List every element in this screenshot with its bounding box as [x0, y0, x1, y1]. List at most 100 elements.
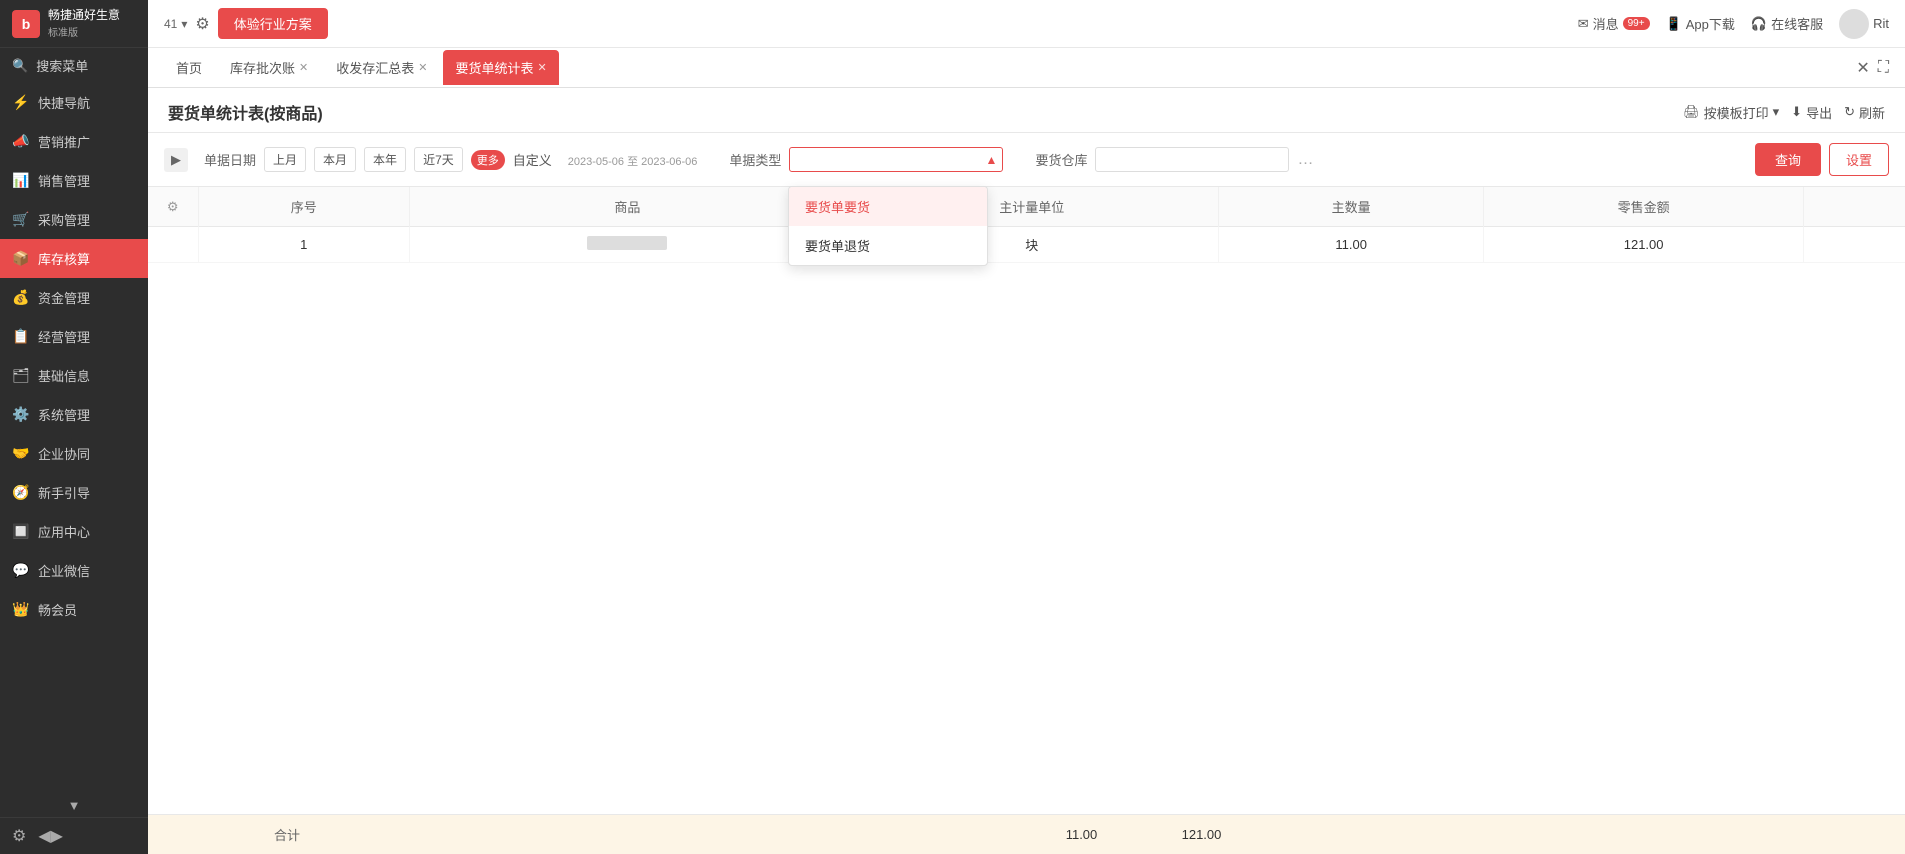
sidebar-label-quick-nav: 快捷导航	[38, 93, 90, 112]
footer-amount-value: 121.00	[1182, 827, 1222, 842]
tab-order-stats[interactable]: 要货单统计表 ✕	[443, 50, 558, 85]
try-button[interactable]: 体验行业方案	[218, 8, 328, 39]
sidebar-item-inventory[interactable]: 📦 库存核算	[0, 239, 148, 278]
tab-inventory-batch-close[interactable]: ✕	[299, 61, 308, 74]
col-extra-header	[1803, 187, 1905, 227]
tab-order-stats-close[interactable]: ✕	[538, 61, 547, 74]
print-chevron-icon: ▾	[1773, 104, 1780, 120]
sidebar: b 畅捷通好生意 标准版 🔍 搜索菜单 ⚡ 快捷导航 📣 营销推广 📊 销售管理…	[0, 0, 148, 854]
filter-settings-button[interactable]: 设置	[1829, 143, 1889, 176]
settings-bottom-icon[interactable]: ⚙	[12, 826, 26, 846]
collapse-sidebar-icon[interactable]: ◀▶	[38, 826, 63, 846]
warehouse-more-icon[interactable]: …	[1297, 151, 1313, 169]
dropdown-item-order-return[interactable]: 要货单退货	[789, 226, 987, 265]
export-icon: ⬇	[1791, 104, 1802, 120]
tab-inventory-batch[interactable]: 库存批次账 ✕	[218, 50, 320, 85]
cell-qty: 11.00	[1218, 227, 1484, 263]
cell-empty	[148, 227, 198, 263]
this-month-btn[interactable]: 本月	[314, 147, 356, 172]
date-filter-group: 单据日期 上月 本月 本年 近7天 更多 自定义 2023-05-06 至 20…	[204, 147, 697, 172]
page-title: 要货单统计表(按商品)	[168, 100, 323, 124]
app-download-item[interactable]: 📱 App下载	[1666, 14, 1735, 33]
search-icon: 🔍	[12, 58, 28, 74]
gear-icon: ⚙	[167, 199, 179, 214]
filter-actions: 查询 设置	[1755, 143, 1889, 176]
sidebar-item-marketing[interactable]: 📣 营销推广	[0, 122, 148, 161]
table-footer: 合计 11.00 121.00	[148, 814, 1905, 854]
type-filter-label: 单据类型	[729, 150, 781, 169]
data-table-wrapper: ⚙ 序号 商品 主计量单位 主数量 零售金额 1	[148, 187, 1905, 814]
sidebar-label-marketing: 营销推广	[38, 132, 90, 151]
system-icon: ⚙️	[12, 406, 30, 424]
user-avatar	[1839, 9, 1869, 39]
headset-icon: 🎧	[1751, 16, 1767, 32]
sidebar-item-sales[interactable]: 📊 销售管理	[0, 161, 148, 200]
refresh-label: 刷新	[1859, 103, 1885, 122]
sidebar-item-app-center[interactable]: 🔲 应用中心	[0, 512, 148, 551]
online-service-item[interactable]: 🎧 在线客服	[1751, 14, 1823, 33]
wechat-icon: 💬	[12, 562, 30, 580]
inventory-icon: 📦	[12, 250, 30, 268]
app-download-label: App下载	[1686, 14, 1735, 33]
sidebar-label-app-center: 应用中心	[38, 522, 90, 541]
footer-total-label: 合计	[274, 828, 300, 843]
topbar-settings-icon[interactable]: ⚙	[195, 14, 209, 34]
sidebar-bottom: ⚙ ◀▶	[0, 817, 148, 854]
sidebar-scroll-down[interactable]: ▼	[0, 794, 148, 817]
custom-date-btn[interactable]: 自定义	[513, 150, 552, 169]
sidebar-label-members: 畅会员	[38, 600, 77, 619]
sidebar-item-basics[interactable]: 🗂 基础信息	[0, 356, 148, 395]
sidebar-item-quick-nav[interactable]: ⚡ 快捷导航	[0, 83, 148, 122]
col-amount-header: 零售金额	[1484, 187, 1803, 227]
sidebar-item-system[interactable]: ⚙️ 系统管理	[0, 395, 148, 434]
sidebar-label-inventory: 库存核算	[38, 249, 90, 268]
sidebar-item-purchase[interactable]: 🛒 采购管理	[0, 200, 148, 239]
last-7-days-btn[interactable]: 近7天	[414, 147, 463, 172]
warehouse-filter-group: 要货仓库 …	[1035, 147, 1313, 172]
tab-recv-summary[interactable]: 收发存汇总表 ✕	[324, 50, 439, 85]
col-gear-header[interactable]: ⚙	[148, 187, 198, 227]
sidebar-item-guide[interactable]: 🧭 新手引导	[0, 473, 148, 512]
sidebar-item-enterprise[interactable]: 🤝 企业协同	[0, 434, 148, 473]
purchase-icon: 🛒	[12, 211, 30, 229]
cell-extra	[1803, 227, 1905, 263]
message-item[interactable]: ✉ 消息 99+	[1578, 14, 1650, 33]
user-name: Rit	[1873, 16, 1889, 31]
page-header-actions: 🖨 按模板打印 ▾ ⬇ 导出 ↻ 刷新	[1683, 103, 1885, 122]
col-product-header: 商品	[410, 187, 845, 227]
type-filter-group: 单据类型 ▲	[729, 147, 1003, 172]
export-action[interactable]: ⬇ 导出	[1791, 103, 1832, 122]
phone-icon: 📱	[1666, 16, 1682, 32]
warehouse-input[interactable]	[1095, 147, 1289, 172]
guide-icon: 🧭	[12, 484, 30, 502]
sidebar-item-finance[interactable]: 💰 资金管理	[0, 278, 148, 317]
print-action[interactable]: 🖨 按模板打印 ▾	[1683, 103, 1779, 122]
query-button[interactable]: 查询	[1755, 143, 1821, 176]
this-year-btn[interactable]: 本年	[364, 147, 406, 172]
close-all-tabs-icon[interactable]: ✕	[1856, 58, 1869, 78]
tab-recv-summary-close[interactable]: ✕	[418, 61, 427, 74]
operations-icon: 📋	[12, 328, 30, 346]
expand-tabs-icon[interactable]: ⛶	[1878, 59, 1889, 77]
nav-select[interactable]: 41 ▾	[164, 17, 187, 31]
sidebar-nav: ⚡ 快捷导航 📣 营销推广 📊 销售管理 🛒 采购管理 📦 库存核算 💰 资金管…	[0, 83, 148, 794]
more-date-tag[interactable]: 更多	[471, 150, 505, 170]
page-header: 要货单统计表(按商品) 🖨 按模板打印 ▾ ⬇ 导出 ↻ 刷新	[148, 88, 1905, 133]
type-select-input[interactable]	[789, 147, 1003, 172]
filter-bar: ▶ 单据日期 上月 本月 本年 近7天 更多 自定义 2023-05-06 至 …	[148, 133, 1905, 187]
sidebar-item-members[interactable]: 👑 畅会员	[0, 590, 148, 629]
sidebar-label-operations: 经营管理	[38, 327, 90, 346]
sidebar-item-operations[interactable]: 📋 经营管理	[0, 317, 148, 356]
message-icon: ✉	[1578, 16, 1589, 32]
refresh-action[interactable]: ↻ 刷新	[1844, 103, 1885, 122]
dropdown-item-order-goods[interactable]: 要货单要货	[789, 187, 987, 226]
sidebar-item-wechat[interactable]: 💬 企业微信	[0, 551, 148, 590]
sidebar-label-sales: 销售管理	[38, 171, 90, 190]
search-menu[interactable]: 🔍 搜索菜单	[0, 48, 148, 83]
user-avatar-item[interactable]: Rit	[1839, 9, 1889, 39]
filter-expand-button[interactable]: ▶	[164, 148, 188, 172]
cell-seq: 1	[198, 227, 410, 263]
tab-order-stats-label: 要货单统计表	[455, 58, 533, 77]
tab-home[interactable]: 首页	[164, 50, 214, 85]
last-month-btn[interactable]: 上月	[264, 147, 306, 172]
